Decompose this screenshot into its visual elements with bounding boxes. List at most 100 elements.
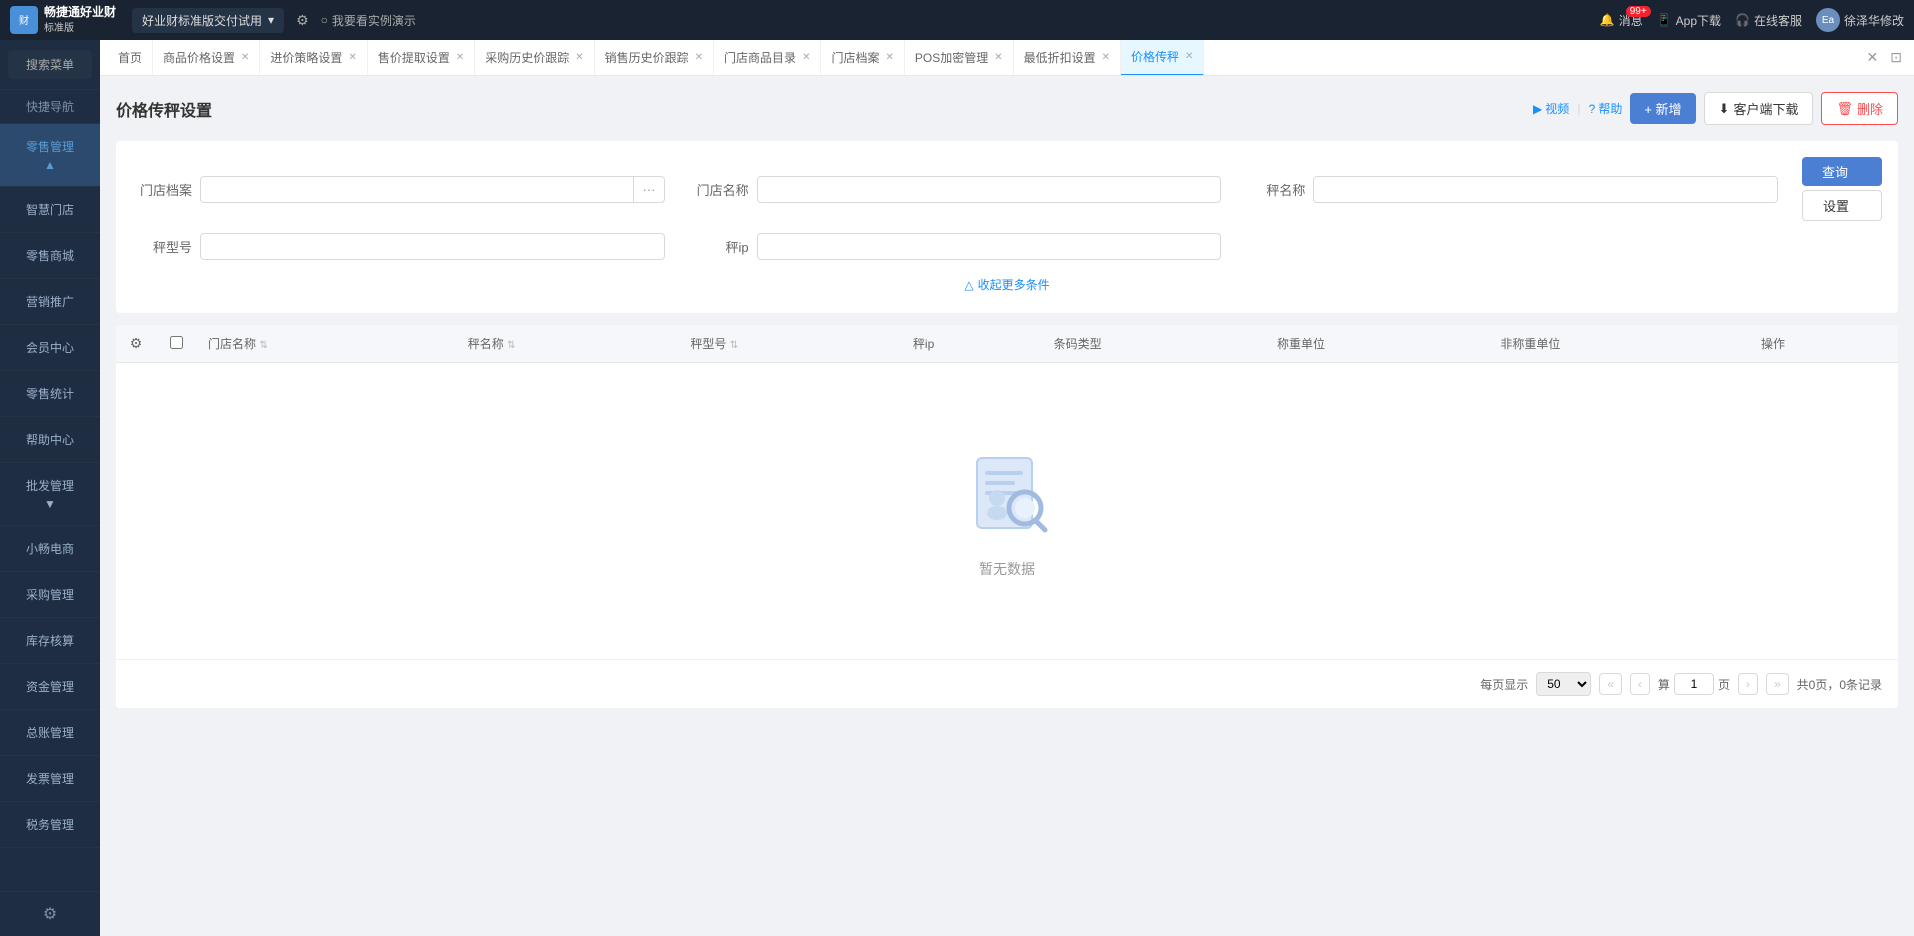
table-header-scale-ip: 秤ip	[901, 325, 1042, 363]
tab-store-catalog[interactable]: 门店商品目录 ✕	[714, 40, 821, 76]
table-container: ⚙ 门店名称 秤名称	[116, 325, 1898, 708]
tab-close-store-profile[interactable]: ✕	[885, 52, 893, 63]
quick-nav-item[interactable]: 快捷导航	[0, 90, 100, 124]
content-area: 首页 商品价格设置 ✕ 进价策略设置 ✕ 售价提取设置 ✕ 采购历史价跟踪 ✕	[100, 40, 1914, 936]
tab-close-price-settings[interactable]: ✕	[241, 52, 249, 63]
search-menu-section: 搜索菜单	[0, 40, 100, 90]
page-number-input[interactable]	[1674, 673, 1714, 695]
tab-store-profile[interactable]: 门店档案 ✕	[821, 40, 904, 76]
tab-close-store-catalog[interactable]: ✕	[802, 52, 810, 63]
tab-price-settings[interactable]: 商品价格设置 ✕	[153, 40, 260, 76]
sidebar-item-help-center[interactable]: 帮助中心	[0, 417, 100, 463]
sidebar-item-marketing[interactable]: 营销推广	[0, 279, 100, 325]
sidebar-item-invoice-mgmt[interactable]: 发票管理	[0, 756, 100, 802]
user-profile-button[interactable]: Ea 徐泽华修改	[1816, 8, 1904, 32]
sidebar-item-smart-store[interactable]: 智慧门店	[0, 187, 100, 233]
scale-model-input[interactable]	[200, 233, 665, 260]
store-profile-label: 门店档案	[132, 180, 192, 199]
scale-model-field: 秤型号	[132, 233, 665, 260]
app-download-button[interactable]: 📱 App下载	[1657, 12, 1721, 29]
notification-badge: 99+	[1626, 6, 1651, 17]
sidebar-item-retail-mgmt[interactable]: 零售管理 ▲	[0, 124, 100, 187]
sidebar-settings-button[interactable]: ⚙	[43, 904, 57, 924]
online-service-button[interactable]: 🎧 在线客服	[1735, 12, 1802, 29]
prev-page-button[interactable]: ‹	[1630, 673, 1650, 695]
close-tab-button[interactable]: ✕	[1863, 45, 1883, 70]
table-header-non-weight-unit: 非称重单位	[1488, 325, 1749, 363]
video-button[interactable]: ▶ 视频	[1533, 100, 1569, 117]
tab-close-sale-price[interactable]: ✕	[456, 52, 464, 63]
table-header-store-name[interactable]: 门店名称	[196, 325, 456, 363]
delete-button[interactable]: 🗑 删除	[1821, 92, 1898, 125]
app-logo: 财	[10, 6, 38, 34]
tab-close-pos-crypto[interactable]: ✕	[994, 52, 1002, 63]
help-button[interactable]: ? 帮助	[1589, 100, 1623, 117]
sidebar-navigation: 零售管理 ▲ 智慧门店 零售商城 营销推广 会员中心 零售统计	[0, 124, 100, 891]
version-settings-button[interactable]: ⚙	[292, 8, 313, 33]
app-title: 畅捷通好业财 标准版	[44, 5, 116, 34]
sidebar-item-purchase-mgmt[interactable]: 采购管理	[0, 572, 100, 618]
scale-ip-field: 秤ip	[689, 233, 1222, 260]
notification-button[interactable]: 🔔 消息 99+	[1600, 12, 1643, 29]
sidebar-item-member-center[interactable]: 会员中心	[0, 325, 100, 371]
table-header-operation: 操作	[1749, 325, 1898, 363]
empty-icon	[957, 443, 1057, 543]
sidebar-item-retail-stats[interactable]: 零售统计	[0, 371, 100, 417]
last-page-button[interactable]: »	[1766, 673, 1789, 695]
collapse-icon: △	[964, 278, 973, 292]
store-profile-input[interactable]	[201, 177, 633, 202]
chevron-down-icon: ▾	[268, 13, 274, 27]
total-text: 共0页，0条记录	[1797, 676, 1882, 693]
settings-form-button[interactable]: 设置	[1802, 190, 1882, 221]
add-button[interactable]: + 新增	[1630, 93, 1695, 124]
tab-min-discount[interactable]: 最低折扣设置 ✕	[1014, 40, 1121, 76]
maximize-tab-button[interactable]: ⊡	[1886, 45, 1906, 70]
sidebar-item-retail-mall[interactable]: 零售商城	[0, 233, 100, 279]
sidebar-item-inventory[interactable]: 库存核算	[0, 618, 100, 664]
tab-close-purchase-strategy[interactable]: ✕	[348, 52, 356, 63]
table-gear-button[interactable]: ⚙	[130, 335, 143, 352]
scale-name-input[interactable]	[1313, 176, 1778, 203]
sidebar-item-tax-mgmt[interactable]: 税务管理	[0, 802, 100, 848]
top-bar-center: 好业财标准版交付试用 ▾ ⚙ ○ 我要看实例演示	[132, 8, 1584, 33]
select-all-checkbox[interactable]	[170, 336, 183, 349]
table-header-scale-model[interactable]: 秤型号	[678, 325, 901, 363]
query-button[interactable]: 查询	[1802, 157, 1882, 186]
tab-close-purchase-history[interactable]: ✕	[575, 52, 583, 63]
sidebar-item-wholesale-mgmt[interactable]: 批发管理 ▼	[0, 463, 100, 526]
download-client-button[interactable]: ⬇ 客户端下载	[1704, 92, 1814, 125]
scale-model-label: 秤型号	[132, 237, 192, 256]
tab-sale-history[interactable]: 销售历史价跟踪 ✕	[595, 40, 714, 76]
next-page-button[interactable]: ›	[1738, 673, 1758, 695]
scale-name-field: 秤名称	[1245, 176, 1778, 203]
sidebar-item-general-ledger[interactable]: 总账管理	[0, 710, 100, 756]
table-header-scale-name[interactable]: 秤名称	[456, 325, 679, 363]
sidebar-footer: ⚙	[0, 891, 100, 936]
tab-pos-crypto[interactable]: POS加密管理 ✕	[905, 40, 1014, 76]
version-selector[interactable]: 好业财标准版交付试用 ▾	[132, 8, 284, 33]
tab-close-min-discount[interactable]: ✕	[1102, 52, 1110, 63]
store-profile-dots-button[interactable]: ···	[633, 177, 663, 202]
page-header: 价格传秤设置 ▶ 视频 | ? 帮助 + 新增	[116, 92, 1898, 125]
empty-text: 暂无数据	[979, 559, 1035, 579]
video-icon: ▶	[1533, 102, 1542, 116]
sidebar-item-xiaochangec[interactable]: 小畅电商	[0, 526, 100, 572]
tab-price-scale[interactable]: 价格传秤 ✕	[1121, 40, 1204, 76]
store-name-input[interactable]	[757, 176, 1222, 203]
page-size-select[interactable]: 50 10 20 100	[1536, 672, 1591, 696]
collapse-button[interactable]: △ 收起更多条件	[132, 272, 1882, 297]
demo-button[interactable]: ○ 我要看实例演示	[321, 12, 416, 29]
tab-purchase-strategy[interactable]: 进价策略设置 ✕	[260, 40, 367, 76]
tab-home[interactable]: 首页	[108, 40, 153, 76]
first-page-button[interactable]: «	[1599, 673, 1622, 695]
tab-sale-price[interactable]: 售价提取设置 ✕	[368, 40, 475, 76]
sidebar-item-finance-mgmt[interactable]: 资金管理	[0, 664, 100, 710]
tab-close-price-scale[interactable]: ✕	[1185, 51, 1193, 62]
page-size-label: 每页显示	[1480, 676, 1528, 693]
tab-close-sale-history[interactable]: ✕	[695, 52, 703, 63]
play-icon: ○	[321, 13, 328, 27]
search-menu-button[interactable]: 搜索菜单	[8, 50, 92, 79]
scale-ip-input[interactable]	[757, 233, 1222, 260]
service-icon: 🎧	[1735, 13, 1750, 27]
tab-purchase-history[interactable]: 采购历史价跟踪 ✕	[475, 40, 594, 76]
